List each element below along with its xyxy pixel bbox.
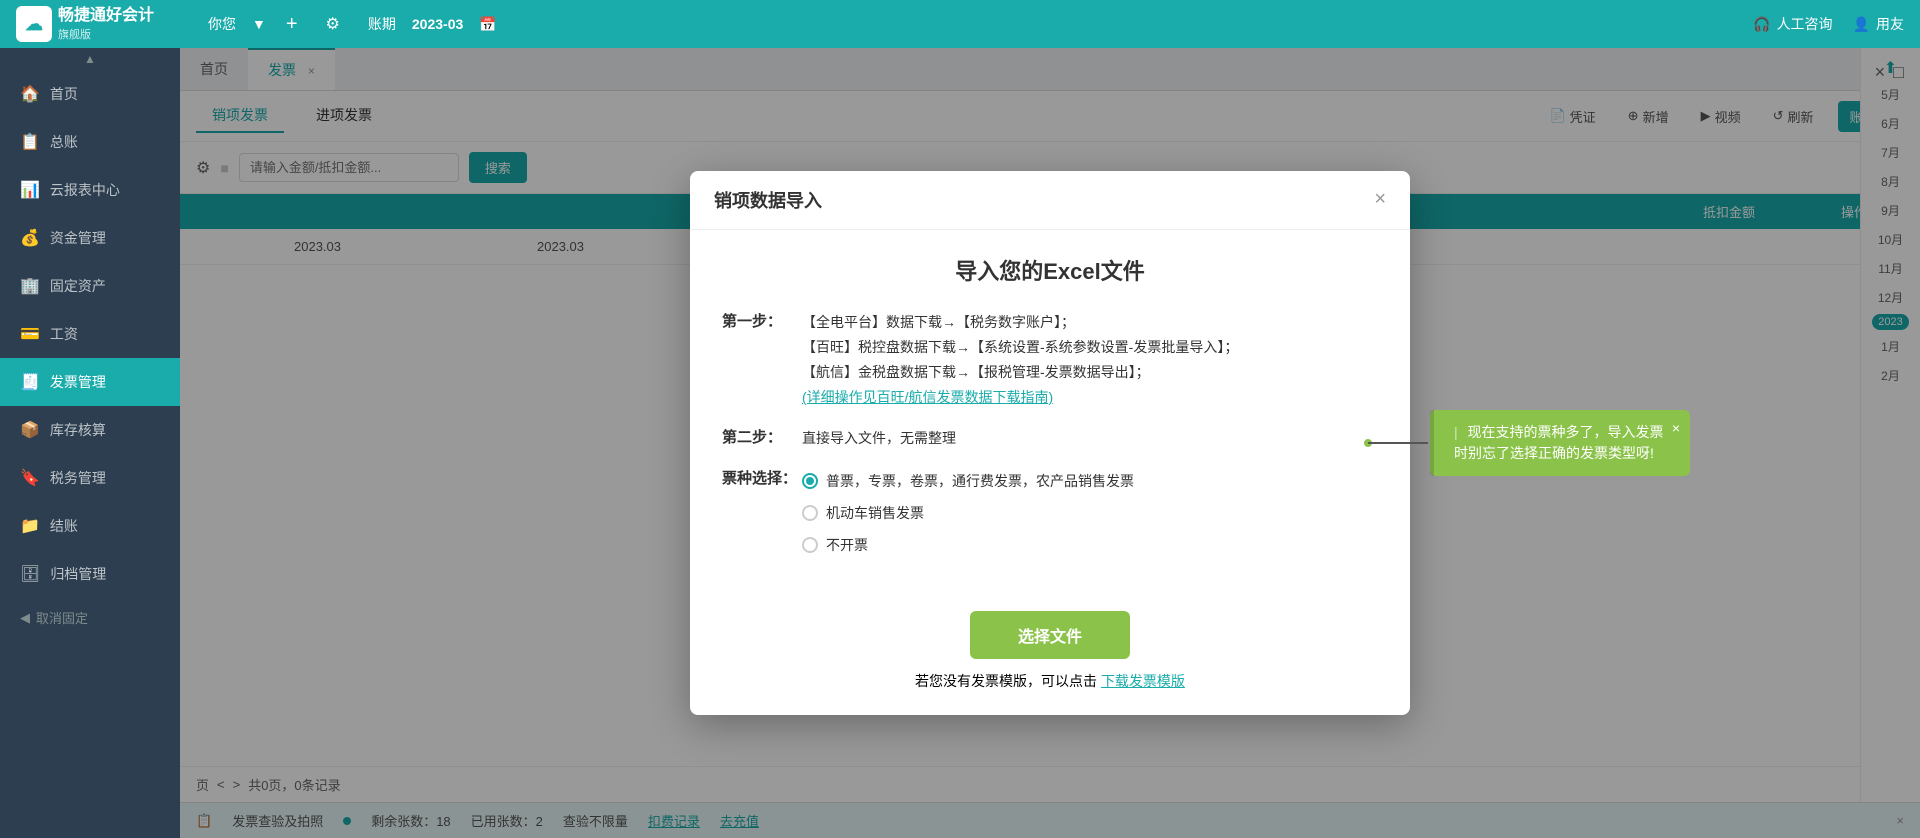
modal-main-title: 导入您的Excel文件 (722, 254, 1378, 286)
inventory-icon: 📦 (20, 420, 40, 440)
radio-1-circle (802, 473, 818, 489)
logo-area: ☁ 畅捷通好会计 旗舰版 (16, 6, 196, 42)
company-name[interactable]: 你您 (208, 14, 236, 34)
user-icon: 👤 (1853, 16, 1870, 33)
sidebar-item-label: 发票管理 (50, 372, 106, 392)
radio-option-1[interactable]: 普票，专票，卷票，通行费发票，农产品销售发票 (802, 471, 1134, 491)
sidebar-item-fixed-assets[interactable]: 🏢 固定资产 (0, 262, 180, 310)
fixed-assets-icon: 🏢 (20, 276, 40, 296)
pin-icon: ◀ (20, 610, 30, 626)
step1-link: (详细操作见百旺/航信发票数据下载指南) (802, 385, 1238, 410)
step-1-row: 第一步： 【全电平台】数据下载→【税务数字账户】； 【百旺】税控盘数据下载→【系… (722, 310, 1378, 411)
download-hint-text: 若您没有发票模版，可以点击 (915, 673, 1097, 689)
app-name: 畅捷通好会计 (58, 6, 154, 25)
cancel-fixed-btn[interactable]: ◀ 取消固定 (0, 598, 180, 637)
sidebar-item-label: 首页 (50, 84, 78, 104)
tooltip-text: | 现在支持的票种多了，导入发票时别忘了选择正确的发票类型呀! (1446, 422, 1674, 464)
tax-icon: 🔖 (20, 468, 40, 488)
add-icon[interactable]: + (286, 13, 298, 36)
download-template-link[interactable]: 下载发票模版 (1101, 673, 1185, 689)
salary-icon: 💳 (20, 324, 40, 344)
sidebar-scroll-up[interactable]: ▲ (0, 48, 180, 70)
settings-icon[interactable]: ⚙ (326, 14, 340, 34)
modal-title: 销项数据导入 (714, 187, 822, 213)
sidebar-item-label: 库存核算 (50, 420, 106, 440)
radio-option-2[interactable]: 机动车销售发票 (802, 503, 1134, 523)
sidebar: ▲ 🏠 首页 📋 总账 📊 云报表中心 💰 资金管理 🏢 固定资产 💳 工资 🧾… (0, 48, 180, 838)
modal-close-btn[interactable]: × (1374, 188, 1386, 211)
step-2-label: 第二步： (722, 426, 802, 451)
radio-2-circle (802, 505, 818, 521)
radio-group: 普票，专票，卷票，通行费发票，农产品销售发票 机动车销售发票 不开票 (802, 471, 1134, 555)
step1-link-text[interactable]: (详细操作见百旺/航信发票数据下载指南) (802, 389, 1053, 405)
sidebar-item-label: 云报表中心 (50, 180, 120, 200)
ticket-label: 票种选择： (722, 467, 802, 555)
cloud-report-icon: 📊 (20, 180, 40, 200)
radio-2-label: 机动车销售发票 (826, 503, 924, 523)
step-1-label: 第一步： (722, 310, 802, 411)
sidebar-item-label: 资金管理 (50, 228, 106, 248)
fund-icon: 💰 (20, 228, 40, 248)
home-icon: 🏠 (20, 84, 40, 104)
headset-icon: 🎧 (1753, 16, 1770, 33)
sidebar-item-invoice[interactable]: 🧾 发票管理 (0, 358, 180, 406)
sidebar-item-tax[interactable]: 🔖 税务管理 (0, 454, 180, 502)
invoice-icon: 🧾 (20, 372, 40, 392)
tooltip-bar (1430, 410, 1434, 476)
calendar-icon[interactable]: 📅 (479, 16, 496, 33)
company-chevron-icon[interactable]: ▼ (252, 16, 266, 32)
step1-line-3: 【航信】金税盘数据下载→【报税管理-发票数据导出】； (802, 360, 1238, 385)
sidebar-item-label: 工资 (50, 324, 78, 344)
tooltip-box: × | 现在支持的票种多了，导入发票时别忘了选择正确的发票类型呀! (1430, 410, 1690, 476)
step1-line-2: 【百旺】税控盘数据下载→【系统设置-系统参数设置-发票批量导入】； (802, 335, 1238, 360)
user-label: 用友 (1876, 14, 1904, 34)
sidebar-item-inventory[interactable]: 📦 库存核算 (0, 406, 180, 454)
tooltip-bar-char: | (1454, 424, 1458, 440)
header-right: 🎧 人工咨询 👤 用友 (1753, 14, 1904, 34)
top-header: ☁ 畅捷通好会计 旗舰版 你您 ▼ + ⚙ 账期 2023-03 📅 🎧 人工咨… (0, 0, 1920, 48)
sidebar-item-home[interactable]: 🏠 首页 (0, 70, 180, 118)
modal-footer: 选择文件 若您没有发票模版，可以点击 下载发票模版 (690, 595, 1410, 715)
ticket-type-row: 票种选择： 普票，专票，卷票，通行费发票，农产品销售发票 机动车销售发票 (722, 467, 1378, 555)
sidebar-item-salary[interactable]: 💳 工资 (0, 310, 180, 358)
sidebar-item-label: 归档管理 (50, 564, 106, 584)
sidebar-item-archive[interactable]: 🗄 归档管理 (0, 550, 180, 598)
step-1-content: 【全电平台】数据下载→【税务数字账户】； 【百旺】税控盘数据下载→【系统设置-系… (802, 310, 1238, 411)
download-hint: 若您没有发票模版，可以点击 下载发票模版 (915, 671, 1185, 691)
tooltip-close-btn[interactable]: × (1672, 418, 1680, 439)
modal-dialog: 销项数据导入 × 导入您的Excel文件 第一步： 【全电平台】数据下载→【税务… (690, 171, 1410, 716)
modal-overlay: 销项数据导入 × 导入您的Excel文件 第一步： 【全电平台】数据下载→【税务… (180, 48, 1920, 838)
settle-icon: 📁 (20, 516, 40, 536)
radio-3-circle (802, 537, 818, 553)
user-btn[interactable]: 👤 用友 (1853, 14, 1904, 34)
sidebar-item-settle[interactable]: 📁 结账 (0, 502, 180, 550)
app-edition: 旗舰版 (58, 26, 154, 42)
sidebar-item-ledger[interactable]: 📋 总账 (0, 118, 180, 166)
step-2-content: 直接导入文件，无需整理 (802, 426, 956, 451)
service-btn[interactable]: 🎧 人工咨询 (1753, 14, 1832, 34)
archive-icon: 🗄 (20, 564, 40, 584)
logo-icon: ☁ (16, 6, 52, 42)
tooltip-connector-line (1368, 442, 1428, 444)
modal-header: 销项数据导入 × (690, 171, 1410, 230)
select-file-btn[interactable]: 选择文件 (970, 611, 1130, 659)
ledger-icon: 📋 (20, 132, 40, 152)
main-layout: ▲ 🏠 首页 📋 总账 📊 云报表中心 💰 资金管理 🏢 固定资产 💳 工资 🧾… (0, 48, 1920, 838)
step1-line-1: 【全电平台】数据下载→【税务数字账户】； (802, 310, 1238, 335)
period-label: 账期 (368, 14, 396, 34)
step-2-row: 第二步： 直接导入文件，无需整理 (722, 426, 1378, 451)
service-label: 人工咨询 (1777, 14, 1833, 34)
modal-body: 导入您的Excel文件 第一步： 【全电平台】数据下载→【税务数字账户】； 【百… (690, 230, 1410, 596)
sidebar-item-label: 固定资产 (50, 276, 106, 296)
sidebar-item-label: 总账 (50, 132, 78, 152)
period-value[interactable]: 2023-03 (412, 16, 463, 32)
sidebar-item-cloud-report[interactable]: 📊 云报表中心 (0, 166, 180, 214)
radio-1-label: 普票，专票，卷票，通行费发票，农产品销售发票 (826, 471, 1134, 491)
content-area: × □ 首页 发票 × 销项发票 进项发票 📄 凭证 (180, 48, 1920, 838)
sidebar-item-label: 税务管理 (50, 468, 106, 488)
sidebar-item-label: 结账 (50, 516, 78, 536)
radio-3-label: 不开票 (826, 535, 868, 555)
radio-option-3[interactable]: 不开票 (802, 535, 1134, 555)
sidebar-item-fund[interactable]: 💰 资金管理 (0, 214, 180, 262)
